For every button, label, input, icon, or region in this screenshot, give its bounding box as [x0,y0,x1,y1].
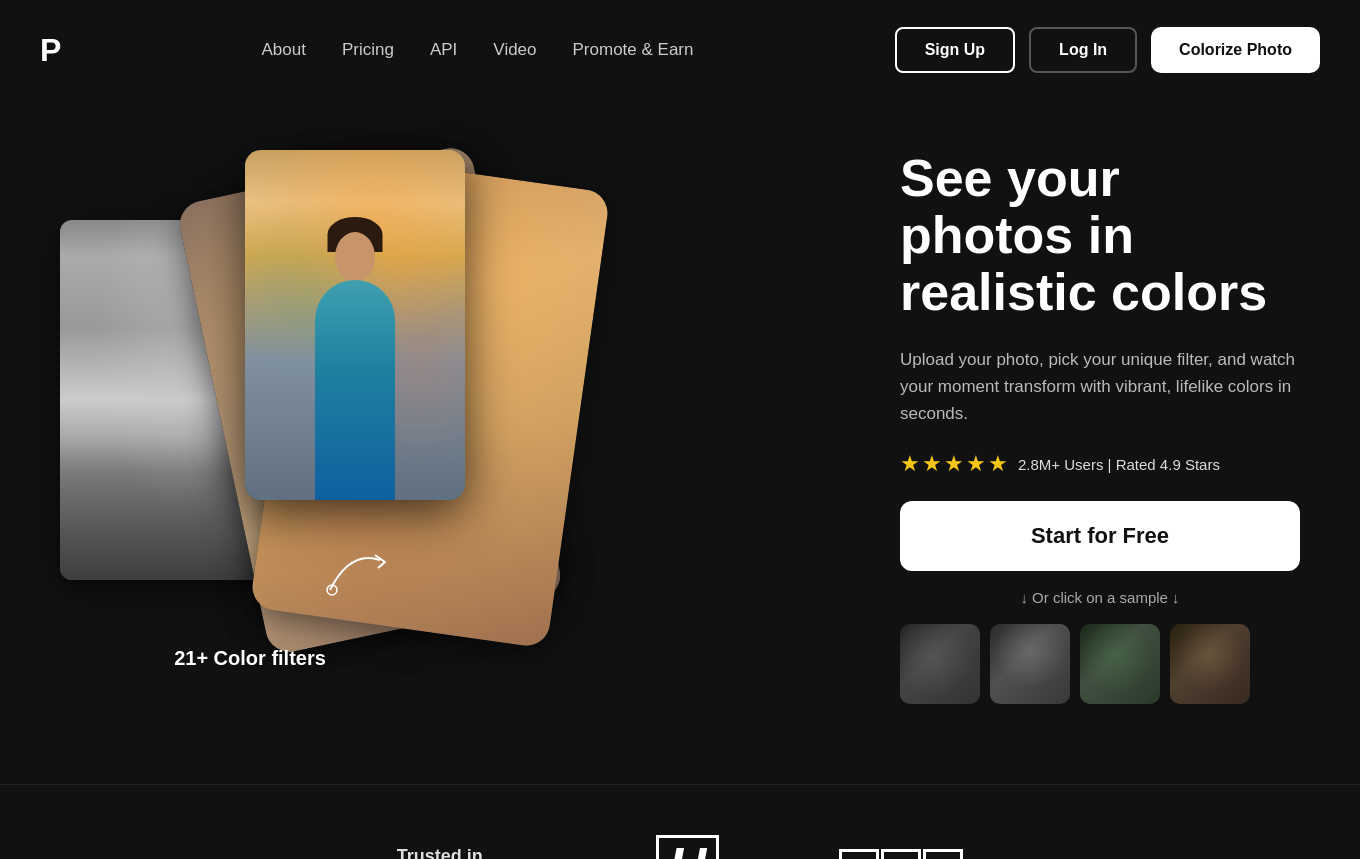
hero-title: See your photos in realistic colors [900,150,1300,322]
trusted-label: Trusted in productions for: [397,844,536,859]
colorize-button[interactable]: Colorize Photo [1151,27,1320,73]
history-logo-h: H [656,835,720,859]
nav-pricing[interactable]: Pricing [342,40,394,59]
sample-thumb-3[interactable] [1080,624,1160,704]
bbc-b2: B [881,849,921,859]
annotation [320,540,400,604]
hero-visual: 21+ Color filters [60,140,840,700]
bbc-logo: B B C [839,849,963,859]
hero-text: See your photos in realistic colors Uplo… [900,140,1300,704]
history-channel-logo: H [656,835,720,859]
nav-links: About Pricing API Video Promote & Earn [262,40,694,60]
filters-label: 21+ Color filters [174,647,326,670]
star-1: ★ [900,451,920,477]
trusted-section: Trusted in productions for: H B B C [0,784,1360,859]
bbc-c: C [923,849,963,859]
star-4: ★ [966,451,986,477]
brand-logo[interactable]: P [40,34,60,66]
nav-promote[interactable]: Promote & Earn [573,40,694,59]
rating-text: 2.8M+ Users | Rated 4.9 Stars [1018,456,1220,473]
hero-description: Upload your photo, pick your unique filt… [900,346,1300,428]
sample-thumb-1[interactable] [900,624,980,704]
start-free-button[interactable]: Start for Free [900,501,1300,571]
or-click-text: ↓ Or click on a sample ↓ [900,589,1300,606]
stars-row: ★ ★ ★ ★ ★ 2.8M+ Users | Rated 4.9 Stars [900,451,1300,477]
nav-about[interactable]: About [262,40,306,59]
star-3: ★ [944,451,964,477]
sample-thumb-4[interactable] [1170,624,1250,704]
bbc-b1: B [839,849,879,859]
login-button[interactable]: Log In [1029,27,1137,73]
star-rating: ★ ★ ★ ★ ★ [900,451,1008,477]
sample-thumb-2[interactable] [990,624,1070,704]
logo-icon: P [40,34,60,66]
nav-api[interactable]: API [430,40,457,59]
star-5: ★ [988,451,1008,477]
signup-button[interactable]: Sign Up [895,27,1015,73]
nav-video[interactable]: Video [493,40,536,59]
sample-thumbnails [900,624,1300,704]
center-photo[interactable] [245,150,465,500]
nav-actions: Sign Up Log In Colorize Photo [895,27,1320,73]
star-2: ★ [922,451,942,477]
hero-section: 21+ Color filters See your photos in rea… [0,100,1360,764]
navbar: P About Pricing API Video Promote & Earn… [0,0,1360,100]
